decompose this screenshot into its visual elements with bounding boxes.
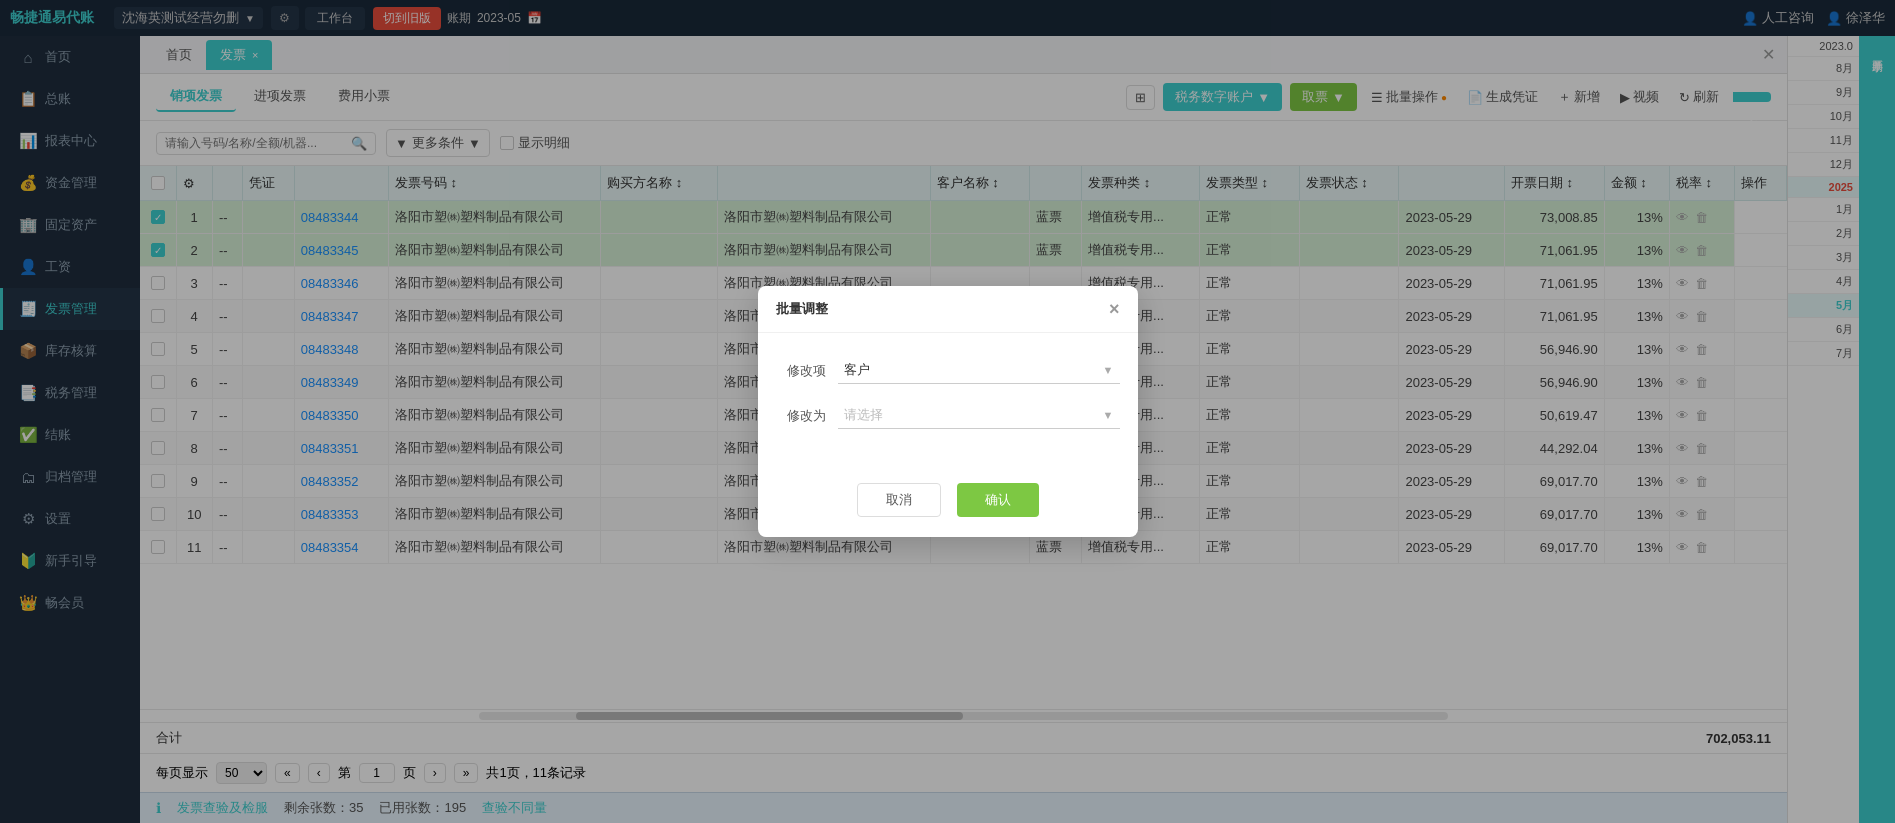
modal-field-label: 修改项 [776,362,826,380]
modal-value-select[interactable]: 请选择 ▼ [838,402,1120,429]
modal-value-label: 修改为 [776,407,826,425]
modal-value-arrow-icon: ▼ [1103,409,1114,421]
batch-adjust-modal: 批量调整 × 修改项 客户 ▼ 修改为 请选择 ▼ 取消 确认 [758,286,1138,537]
modal-value-placeholder: 请选择 [844,406,883,424]
modal-field-select[interactable]: 客户 ▼ [838,357,1120,384]
modal-footer: 取消 确认 [758,471,1138,537]
modal-value-row: 修改为 请选择 ▼ [776,402,1120,429]
modal-overlay[interactable]: 批量调整 × 修改项 客户 ▼ 修改为 请选择 ▼ 取消 确认 [0,0,1895,823]
modal-cancel-button[interactable]: 取消 [857,483,941,517]
modal-field-row: 修改项 客户 ▼ [776,357,1120,384]
modal-title: 批量调整 [776,300,828,318]
modal-close-button[interactable]: × [1109,300,1120,318]
modal-field-value: 客户 [844,361,870,379]
modal-confirm-button[interactable]: 确认 [957,483,1039,517]
modal-field-arrow-icon: ▼ [1103,364,1114,376]
modal-header: 批量调整 × [758,286,1138,333]
modal-body: 修改项 客户 ▼ 修改为 请选择 ▼ [758,333,1138,471]
